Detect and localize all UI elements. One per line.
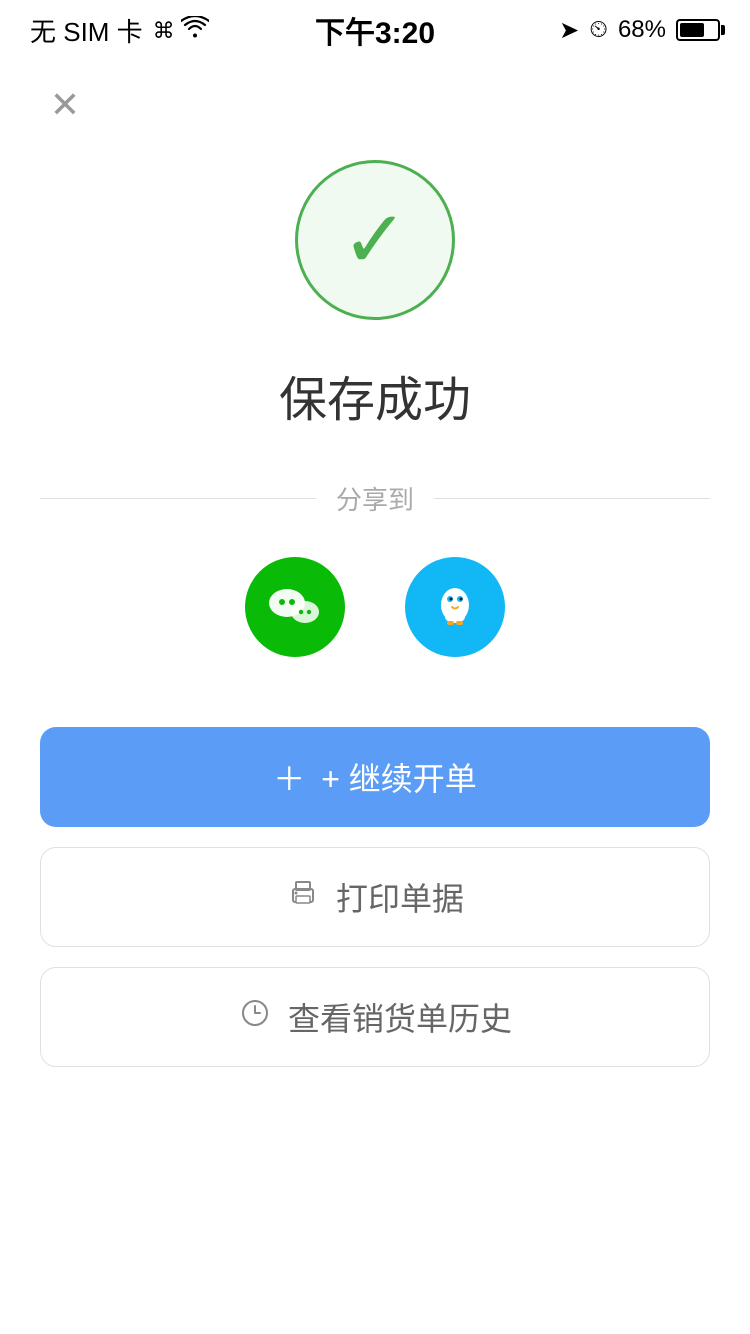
success-circle: ✓	[295, 160, 455, 320]
qq-icon	[425, 577, 485, 637]
print-icon	[286, 876, 320, 918]
battery-percentage: 68%	[618, 16, 666, 44]
wechat-icon	[265, 577, 325, 637]
close-icon: ✕	[50, 84, 80, 126]
divider-line-left	[40, 498, 316, 499]
status-time: 下午3:20	[315, 8, 435, 52]
location-icon: ➤	[559, 16, 579, 45]
divider-line-right	[434, 498, 710, 499]
carrier-text: 无 SIM 卡	[30, 12, 143, 49]
print-button[interactable]: 打印单据	[40, 847, 710, 947]
alarm-icon: ⏲	[589, 16, 608, 44]
continue-icon: ＋	[273, 754, 305, 800]
qq-share-button[interactable]	[405, 557, 505, 657]
battery-icon	[676, 19, 720, 41]
share-divider: 分享到	[40, 480, 710, 517]
wechat-share-button[interactable]	[245, 557, 345, 657]
status-left: 无 SIM 卡 ⌘	[30, 12, 209, 49]
continue-label: + 继续开单	[321, 754, 477, 800]
success-title: 保存成功	[279, 360, 471, 430]
close-button[interactable]: ✕	[40, 80, 90, 130]
main-content: ✕ ✓ 保存成功 分享到	[0, 60, 750, 1334]
actions: ＋ + 继续开单 打印单据 查看销货单历	[40, 727, 710, 1067]
status-right: ➤ ⏲ 68%	[559, 16, 720, 45]
history-label: 查看销货单历史	[288, 994, 512, 1040]
share-section: 分享到	[40, 480, 710, 657]
checkmark-icon: ✓	[341, 200, 408, 280]
continue-button[interactable]: ＋ + 继续开单	[40, 727, 710, 827]
history-button[interactable]: 查看销货单历史	[40, 967, 710, 1067]
history-icon	[238, 996, 272, 1038]
status-bar: 无 SIM 卡 ⌘ 下午3:20 ➤ ⏲ 68%	[0, 0, 750, 60]
share-icons-row	[245, 557, 505, 657]
wifi-icon: ⌘	[153, 16, 209, 44]
print-label: 打印单据	[336, 874, 464, 920]
share-label: 分享到	[336, 480, 414, 517]
